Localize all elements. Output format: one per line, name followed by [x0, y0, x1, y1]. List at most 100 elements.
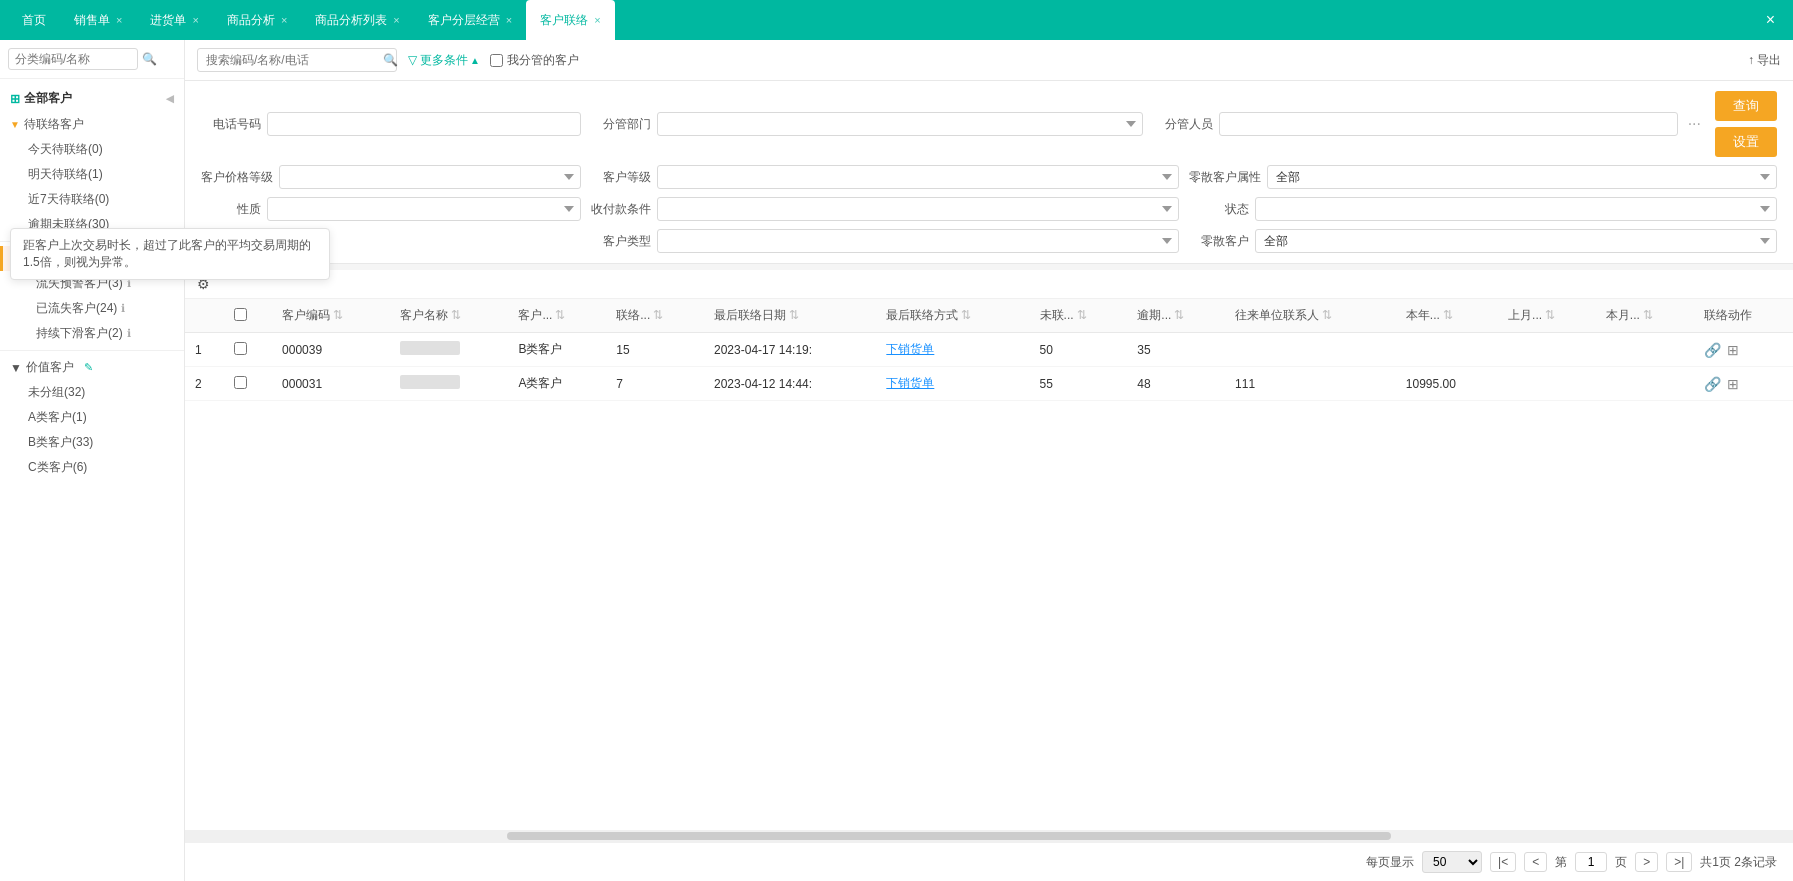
price-level-label: 客户价格等级: [201, 169, 273, 186]
row1-checkbox[interactable]: [234, 342, 247, 355]
nav-item-analysis-list[interactable]: 商品分析列表 ×: [301, 0, 413, 40]
sidebar-search-input[interactable]: [8, 48, 138, 70]
row2-checkbox[interactable]: [234, 376, 247, 389]
retail-attr-select[interactable]: 全部: [1267, 165, 1777, 189]
col-last-date[interactable]: 最后联络日期⇅: [704, 299, 876, 333]
dept-select[interactable]: [657, 112, 1143, 136]
close-customer-contact-icon[interactable]: ×: [594, 14, 600, 26]
person-more-icon[interactable]: ···: [1684, 115, 1705, 133]
my-customers-checkbox[interactable]: [490, 54, 503, 67]
col-seq: [185, 299, 224, 333]
col-level[interactable]: 客户...⇅: [508, 299, 606, 333]
page-prefix-label: 第: [1555, 854, 1567, 871]
col-last-month[interactable]: 上月...⇅: [1498, 299, 1596, 333]
cell-check-2[interactable]: [224, 367, 272, 401]
col-this-year[interactable]: 本年...⇅: [1396, 299, 1498, 333]
search-input[interactable]: [197, 48, 397, 72]
last-page-button[interactable]: >|: [1666, 852, 1692, 872]
col-unit-contact[interactable]: 往来单位联系人⇅: [1225, 299, 1396, 333]
nav-item-purchase[interactable]: 进货单 ×: [136, 0, 212, 40]
sidebar-item-7days[interactable]: 近7天待联络(0): [0, 187, 184, 212]
more-conditions-button[interactable]: ▽ 更多条件 ▲: [408, 52, 480, 69]
close-sales-icon[interactable]: ×: [116, 14, 122, 26]
page-suffix-label: 页: [1615, 854, 1627, 871]
col-overdue[interactable]: 逾期...⇅: [1127, 299, 1225, 333]
edit-icon[interactable]: ✎: [84, 361, 93, 374]
my-customers-checkbox-label[interactable]: 我分管的客户: [490, 52, 579, 69]
dept-label: 分管部门: [591, 116, 651, 133]
scrollbar-thumb[interactable]: [507, 832, 1391, 840]
close-customer-layer-icon[interactable]: ×: [506, 14, 512, 26]
link-icon-2[interactable]: 🔗: [1704, 376, 1721, 392]
sidebar-item-b-class[interactable]: B类客户(33): [0, 430, 184, 455]
col-unreached[interactable]: 未联...⇅: [1030, 299, 1128, 333]
cell-check-1[interactable]: [224, 333, 272, 367]
grid-action-icon-1[interactable]: ⊞: [1727, 342, 1739, 358]
horizontal-scrollbar[interactable]: [185, 830, 1793, 842]
filter-row-2: 客户价格等级 客户等级 零散客户属性 全部: [201, 165, 1777, 189]
collapse-icon[interactable]: ◀: [166, 93, 174, 104]
filter-retail-attr: 零散客户属性 全部: [1189, 165, 1777, 189]
col-code[interactable]: 客户编码⇅: [272, 299, 390, 333]
sidebar-item-tomorrow[interactable]: 明天待联络(1): [0, 162, 184, 187]
prev-page-button[interactable]: <: [1524, 852, 1547, 872]
close-all-tabs-button[interactable]: ×: [1756, 11, 1785, 29]
nav-item-sales[interactable]: 销售单 ×: [60, 0, 136, 40]
main-content: 距客户上次交易时长，超过了此客户的平均交易周期的1.5倍，则视为异常。 🔍 ▽ …: [185, 40, 1793, 881]
col-last-method[interactable]: 最后联络方式⇅: [876, 299, 1029, 333]
customer-type-select[interactable]: [657, 229, 1179, 253]
table-wrapper[interactable]: 客户编码⇅ 客户名称⇅ 客户...⇅ 联络...⇅ 最后联络日期⇅ 最后联络方式…: [185, 299, 1793, 830]
phone-input[interactable]: [267, 112, 581, 136]
divider-2: [0, 350, 184, 351]
gender-label: 性质: [201, 201, 261, 218]
export-button[interactable]: ↑ 导出: [1748, 52, 1781, 69]
query-button[interactable]: 查询: [1715, 91, 1777, 121]
customer-type-label: 客户类型: [591, 233, 651, 250]
gender-select[interactable]: [267, 197, 581, 221]
col-contact[interactable]: 联络...⇅: [606, 299, 704, 333]
close-purchase-icon[interactable]: ×: [192, 14, 198, 26]
cell-overdue-1: 35: [1127, 333, 1225, 367]
close-analysis-icon[interactable]: ×: [281, 14, 287, 26]
per-page-select[interactable]: 50: [1422, 851, 1482, 873]
sidebar-item-declining[interactable]: 持续下滑客户(2) ℹ: [0, 321, 184, 346]
settings-button[interactable]: 设置: [1715, 127, 1777, 157]
close-analysis-list-icon[interactable]: ×: [393, 14, 399, 26]
nav-item-analysis[interactable]: 商品分析 ×: [213, 0, 301, 40]
filter-row-3: 性质 收付款条件 状态: [201, 197, 1777, 221]
page-input[interactable]: [1575, 852, 1607, 872]
sidebar-section-pending[interactable]: ▼ 待联络客户: [0, 112, 184, 137]
search-icon[interactable]: 🔍: [383, 53, 398, 67]
person-input[interactable]: [1219, 112, 1678, 136]
grid-action-icon-2[interactable]: ⊞: [1727, 376, 1739, 392]
sidebar-item-lost[interactable]: 已流失客户(24) ℹ: [0, 296, 184, 321]
cell-this-month-1: [1596, 333, 1694, 367]
status-select[interactable]: [1255, 197, 1777, 221]
next-page-button[interactable]: >: [1635, 852, 1658, 872]
sidebar-item-today[interactable]: 今天待联络(0): [0, 137, 184, 162]
col-this-month[interactable]: 本月...⇅: [1596, 299, 1694, 333]
sidebar-item-ungroup[interactable]: 未分组(32): [0, 380, 184, 405]
link-icon-1[interactable]: 🔗: [1704, 342, 1721, 358]
price-level-select[interactable]: [279, 165, 581, 189]
first-page-button[interactable]: |<: [1490, 852, 1516, 872]
sidebar-section-value[interactable]: ▼ 价值客户 ✎: [0, 355, 184, 380]
cell-last-method-2[interactable]: 下销货单: [876, 367, 1029, 401]
customer-level-select[interactable]: [657, 165, 1179, 189]
sidebar-item-c-class[interactable]: C类客户(6): [0, 455, 184, 480]
nav-item-customer-layer[interactable]: 客户分层经营 ×: [414, 0, 526, 40]
nav-item-home[interactable]: 首页: [8, 0, 60, 40]
sidebar-search-icon[interactable]: 🔍: [142, 52, 157, 66]
cell-last-date-2: 2023-04-12 14:44:: [704, 367, 876, 401]
nav-item-customer-contact[interactable]: 客户联络 ×: [526, 0, 614, 40]
cell-action-1: 🔗 ⊞: [1694, 333, 1793, 367]
cell-last-method-1[interactable]: 下销货单: [876, 333, 1029, 367]
chevron-down-icon: ▲: [470, 55, 480, 66]
retail-select[interactable]: 全部: [1255, 229, 1777, 253]
select-all-checkbox[interactable]: [234, 308, 247, 321]
payment-select[interactable]: [657, 197, 1179, 221]
col-name[interactable]: 客户名称⇅: [390, 299, 508, 333]
sidebar-item-a-class[interactable]: A类客户(1): [0, 405, 184, 430]
per-page-label: 每页显示: [1366, 854, 1414, 871]
sidebar-root-all-customers[interactable]: ⊞ 全部客户 ◀: [0, 85, 184, 112]
